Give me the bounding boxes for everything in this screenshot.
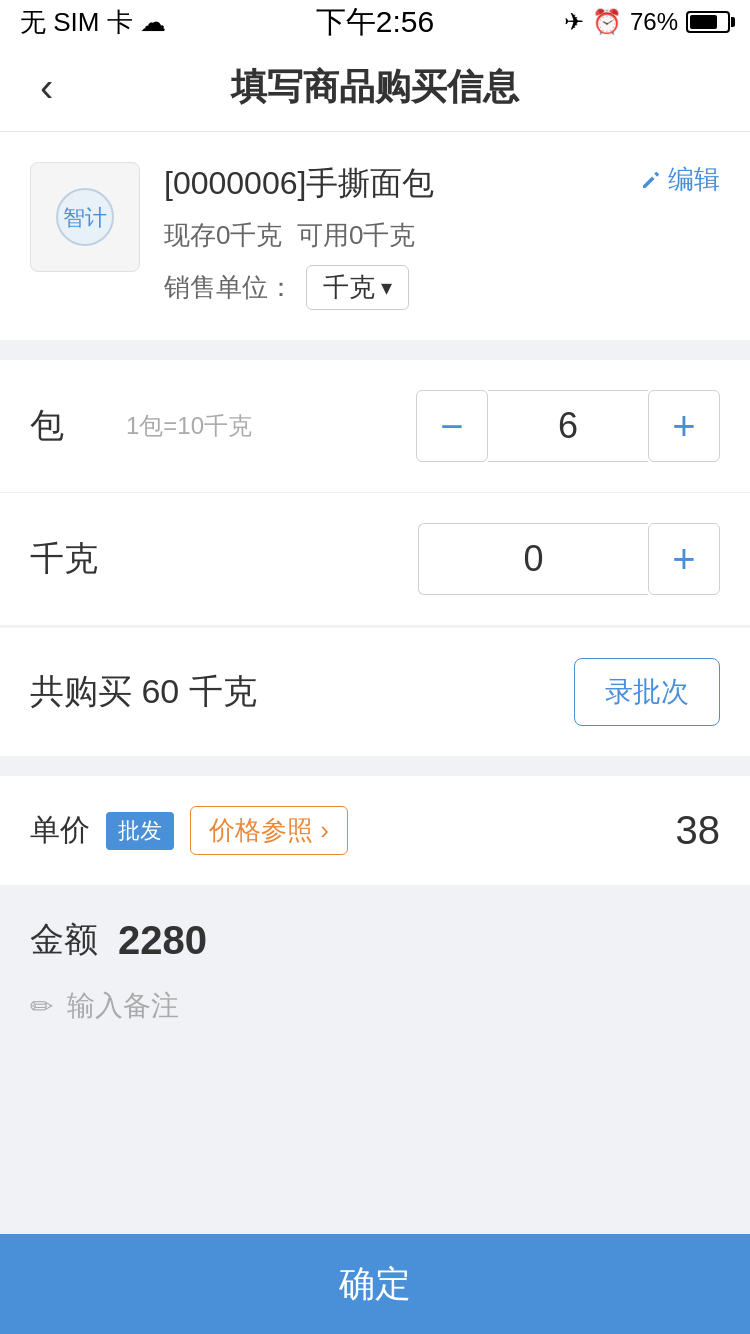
quantity-control-bao: − + <box>416 390 720 462</box>
location-icon: ✈ <box>564 8 584 36</box>
remark-placeholder: 输入备注 <box>67 987 179 1025</box>
status-bar: 无 SIM 卡 ☁ 下午2:56 ✈ ⏰ 76% <box>0 0 750 44</box>
price-tag: 批发 <box>106 812 174 850</box>
amount-section: 金额 2280 ✏ 输入备注 <box>0 887 750 1167</box>
unit-label: 销售单位： <box>164 270 294 305</box>
price-row: 单价 批发 价格参照 › 38 <box>30 806 720 855</box>
record-batch-button[interactable]: 录批次 <box>574 658 720 726</box>
status-right: ✈ ⏰ 76% <box>564 8 730 36</box>
nav-bar: ‹ 填写商品购买信息 <box>0 44 750 132</box>
status-left: 无 SIM 卡 ☁ <box>20 5 166 40</box>
confirm-button[interactable]: 确定 <box>0 1234 750 1334</box>
qty-plus-bao[interactable]: + <box>648 390 720 462</box>
edit-icon <box>640 169 662 191</box>
amount-row: 金额 2280 <box>30 917 720 963</box>
product-card: 智计 [0000006]手撕面包 编辑 现存0千克 可用0千克 销售单位： <box>0 132 750 340</box>
total-label: 共购买 60 千克 <box>30 669 257 715</box>
qty-minus-bao[interactable]: − <box>416 390 488 462</box>
quantity-row-bao: 包 1包=10千克 − + <box>0 360 750 493</box>
svg-text:智计: 智计 <box>63 205 107 230</box>
unit-value: 千克 <box>323 270 375 305</box>
qty-label-kg: 千克 <box>30 536 110 582</box>
sim-status: 无 SIM 卡 ☁ <box>20 5 166 40</box>
remark-row[interactable]: ✏ 输入备注 <box>30 987 720 1025</box>
battery-icon <box>686 11 730 33</box>
product-stock: 现存0千克 可用0千克 <box>164 218 720 253</box>
quantity-control-kg: + <box>418 523 720 595</box>
qty-label-bao: 包 <box>30 403 110 449</box>
content-area: 智计 [0000006]手撕面包 编辑 现存0千克 可用0千克 销售单位： <box>0 132 750 1234</box>
amount-label: 金额 <box>30 917 98 963</box>
battery-fill <box>690 15 717 29</box>
qty-hint-bao: 1包=10千克 <box>126 410 416 442</box>
product-logo: 智计 <box>55 187 115 247</box>
price-label: 单价 <box>30 810 90 851</box>
product-image: 智计 <box>30 162 140 272</box>
alarm-icon: ⏰ <box>592 8 622 36</box>
amount-value: 2280 <box>118 918 207 963</box>
edit-button[interactable]: 编辑 <box>640 162 720 197</box>
back-button[interactable]: ‹ <box>30 55 63 120</box>
page-title: 填写商品购买信息 <box>231 63 519 112</box>
qty-input-bao[interactable] <box>488 390 648 462</box>
product-name: [0000006]手撕面包 <box>164 162 434 206</box>
total-section: 共购买 60 千克 录批次 <box>0 628 750 756</box>
status-time: 下午2:56 <box>316 2 434 43</box>
price-value: 38 <box>676 808 721 853</box>
pencil-icon: ✏ <box>30 990 53 1023</box>
price-ref-button[interactable]: 价格参照 › <box>190 806 348 855</box>
edit-label: 编辑 <box>668 162 720 197</box>
qty-input-kg[interactable] <box>418 523 648 595</box>
battery-percent: 76% <box>630 8 678 36</box>
quantity-row-kg: 千克 + <box>0 493 750 626</box>
unit-dropdown[interactable]: 千克 <box>306 265 409 310</box>
product-info: [0000006]手撕面包 编辑 现存0千克 可用0千克 销售单位： 千克 <box>164 162 720 310</box>
quantity-section: 包 1包=10千克 − + 千克 + <box>0 360 750 626</box>
price-section: 单价 批发 价格参照 › 38 <box>0 776 750 885</box>
product-unit-row: 销售单位： 千克 <box>164 265 720 310</box>
qty-plus-kg[interactable]: + <box>648 523 720 595</box>
